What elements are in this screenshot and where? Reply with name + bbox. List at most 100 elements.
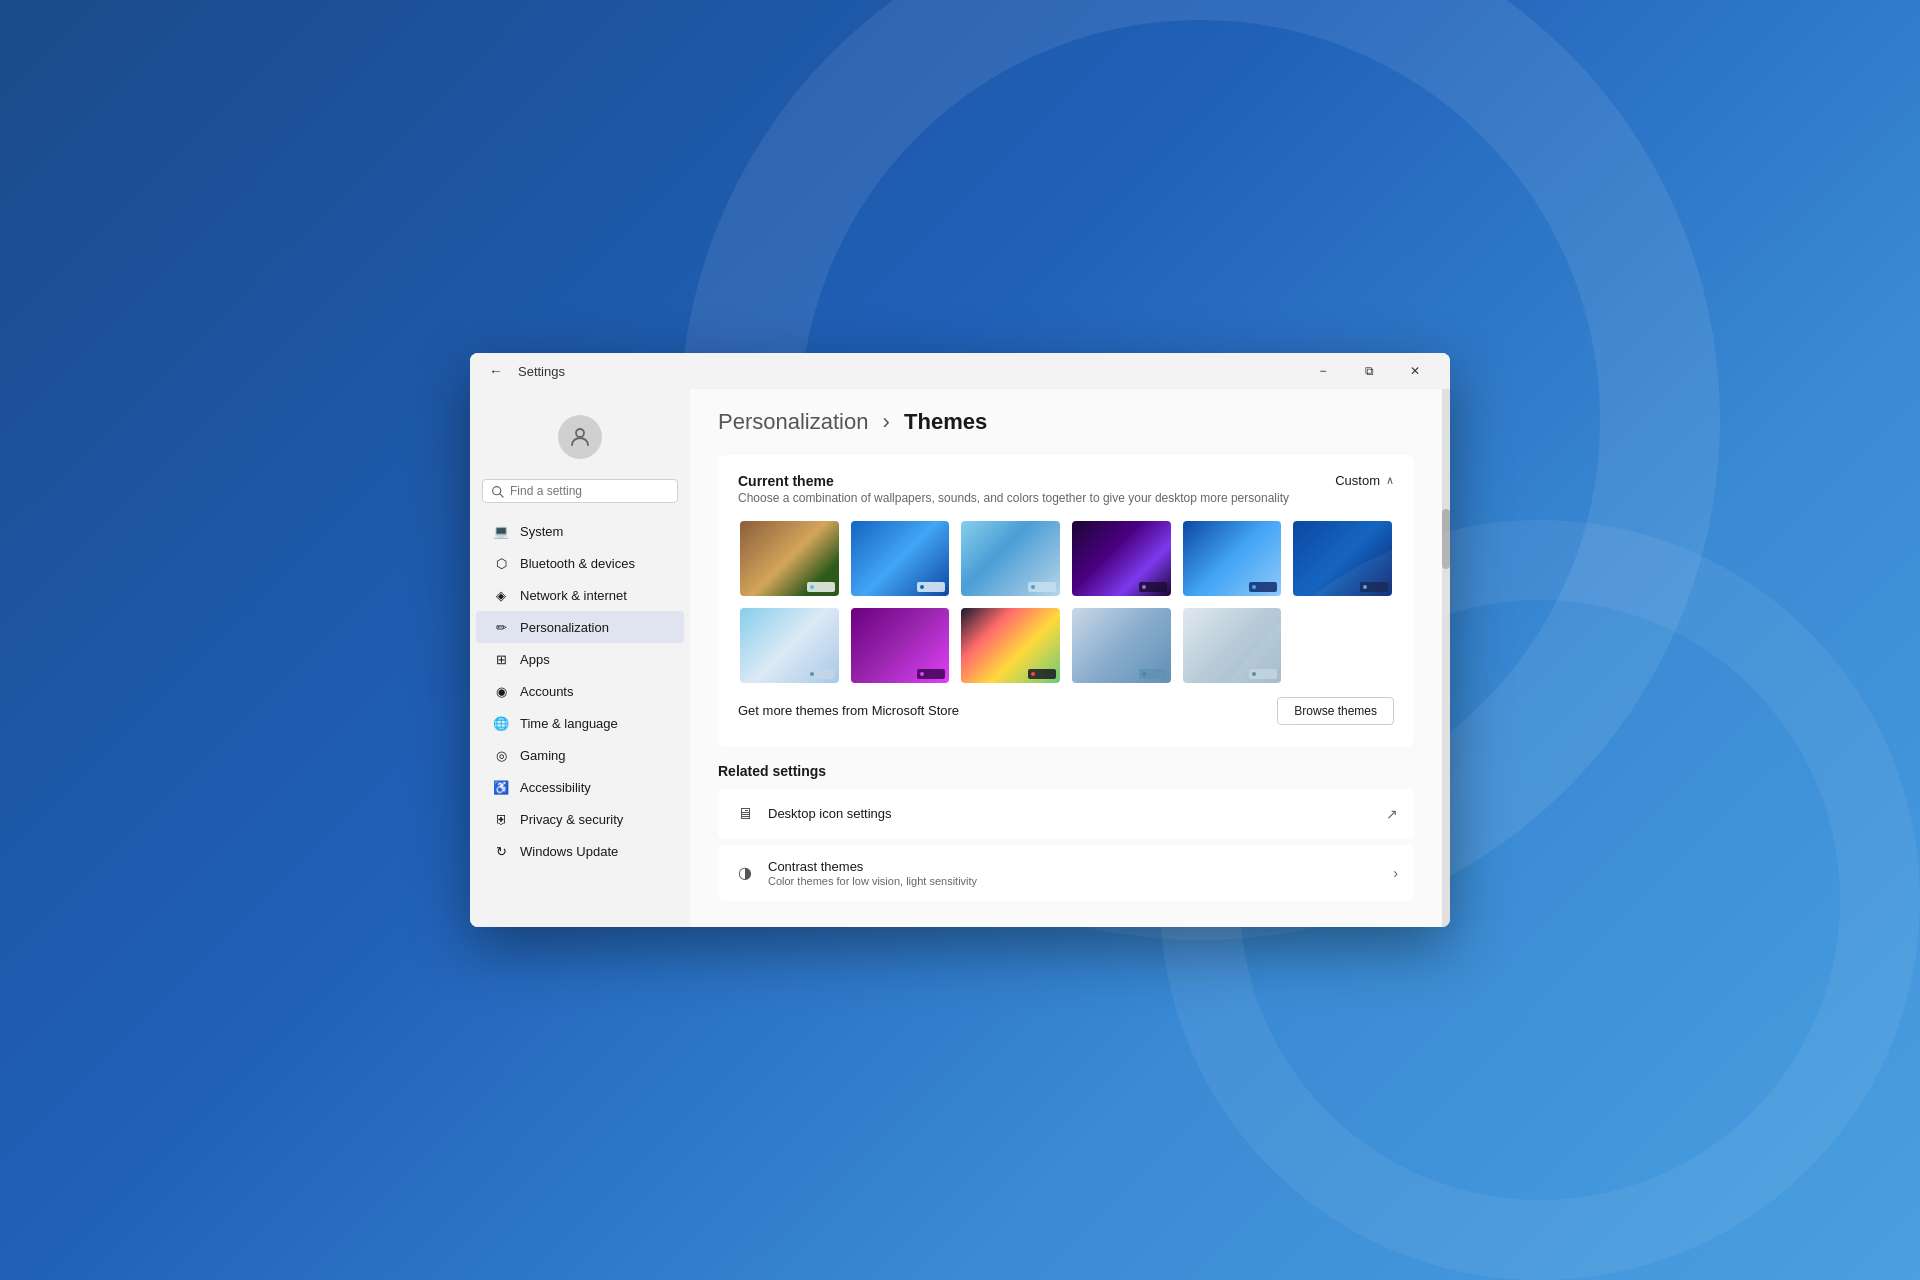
theme-taskbar-11 xyxy=(1249,669,1277,679)
theme-taskbar-2 xyxy=(917,582,945,592)
sidebar-item-update[interactable]: ↻ Windows Update xyxy=(476,835,684,867)
close-button[interactable]: ✕ xyxy=(1392,353,1438,389)
related-settings-section: Related settings 🖥Desktop icon settings↗… xyxy=(718,763,1414,901)
sidebar: 💻 System ⬡ Bluetooth & devices ◈Network & in… xyxy=(470,389,690,927)
theme-thumbnail-1[interactable] xyxy=(738,519,841,598)
store-row: Get more themes from Microsoft Store Bro… xyxy=(738,689,1394,729)
card-description: Choose a combination of wallpapers, soun… xyxy=(738,491,1289,505)
search-input[interactable] xyxy=(510,484,669,498)
theme-thumbnail-5[interactable] xyxy=(1181,519,1284,598)
browse-themes-button[interactable]: Browse themes xyxy=(1277,697,1394,725)
nav-list: 💻 System ⬡ Bluetooth & devices ◈Network & in… xyxy=(470,515,690,867)
nav-label-network: Network & internet xyxy=(520,588,627,603)
theme-thumbnail-3[interactable] xyxy=(959,519,1062,598)
card-title: Current theme xyxy=(738,473,1289,489)
update-icon: ↻ xyxy=(492,842,510,860)
theme-taskbar-4 xyxy=(1139,582,1167,592)
sidebar-item-gaming[interactable]: ◎Gaming xyxy=(476,739,684,771)
theme-taskbar-1 xyxy=(807,582,835,592)
sidebar-item-privacy[interactable]: ⛨ Privacy & security xyxy=(476,803,684,835)
nav-label-apps: Apps xyxy=(520,652,550,667)
restore-button[interactable]: ⧉ xyxy=(1346,353,1392,389)
theme-thumbnail-10[interactable] xyxy=(1070,606,1173,685)
search-icon xyxy=(491,485,504,498)
nav-label-system: System xyxy=(520,524,563,539)
contrast-themes-description: Color themes for low vision, light sensi… xyxy=(768,875,1381,887)
accounts-icon: ◉ xyxy=(492,682,510,700)
window-controls: − ⧉ ✕ xyxy=(1300,353,1438,389)
related-settings-list: 🖥 Desktop icon settings ↗ ◑ Contrast themesC… xyxy=(718,789,1414,901)
theme-taskbar-8 xyxy=(917,669,945,679)
theme-bg-3 xyxy=(961,521,1060,596)
store-text: Get more themes from Microsoft Store xyxy=(738,703,959,718)
svg-line-2 xyxy=(500,493,503,496)
user-icon xyxy=(568,425,592,449)
theme-bg-1 xyxy=(740,521,839,596)
sidebar-item-system[interactable]: 💻 System xyxy=(476,515,684,547)
theme-bg-6 xyxy=(1293,521,1392,596)
scrollbar-track[interactable] xyxy=(1442,389,1450,927)
theme-thumbnail-8[interactable] xyxy=(849,606,952,685)
related-item-contrast-themes[interactable]: ◑ Contrast themesColor themes for low vis… xyxy=(718,845,1414,901)
themes-grid xyxy=(738,519,1394,685)
theme-taskbar-10 xyxy=(1139,669,1167,679)
contrast-themes-arrow-icon: › xyxy=(1393,865,1398,881)
accessibility-icon: ♿ xyxy=(492,778,510,796)
system-icon: 💻 xyxy=(492,522,510,540)
theme-bg-4 xyxy=(1072,521,1171,596)
contrast-themes-text: Contrast themesColor themes for low visi… xyxy=(768,859,1381,887)
minimize-button[interactable]: − xyxy=(1300,353,1346,389)
breadcrumb-separator: › xyxy=(883,409,890,434)
nav-label-bluetooth: Bluetooth & devices xyxy=(520,556,635,571)
theme-thumbnail-6[interactable] xyxy=(1291,519,1394,598)
card-title-area: Current theme Choose a combination of wa… xyxy=(738,473,1289,505)
sidebar-item-time[interactable]: 🌐Time & language xyxy=(476,707,684,739)
nav-label-time: Time & language xyxy=(520,716,618,731)
theme-taskbar-9 xyxy=(1028,669,1056,679)
theme-value-selector[interactable]: Custom ∧ xyxy=(1335,473,1394,488)
bluetooth-icon: ⬡ xyxy=(492,554,510,572)
sidebar-item-accounts[interactable]: ◉ Accounts xyxy=(476,675,684,707)
sidebar-item-bluetooth[interactable]: ⬡ Bluetooth & devices xyxy=(476,547,684,579)
theme-thumbnail-7[interactable] xyxy=(738,606,841,685)
nav-label-privacy: Privacy & security xyxy=(520,812,623,827)
nav-label-accessibility: Accessibility xyxy=(520,780,591,795)
theme-bg-8 xyxy=(851,608,950,683)
theme-thumbnail-2[interactable] xyxy=(849,519,952,598)
breadcrumb-parent[interactable]: Personalization xyxy=(718,409,868,434)
theme-bg-11 xyxy=(1183,608,1282,683)
desktop-icons-text: Desktop icon settings xyxy=(768,806,1374,821)
card-header: Current theme Choose a combination of wa… xyxy=(738,473,1394,505)
theme-thumbnail-4[interactable] xyxy=(1070,519,1173,598)
breadcrumb: Personalization › Themes xyxy=(718,409,1414,435)
avatar[interactable] xyxy=(558,415,602,459)
nav-label-gaming: Gaming xyxy=(520,748,566,763)
related-item-desktop-icons[interactable]: 🖥 Desktop icon settings ↗ xyxy=(718,789,1414,839)
theme-value-label: Custom xyxy=(1335,473,1380,488)
contrast-themes-icon: ◑ xyxy=(734,862,756,884)
search-box[interactable] xyxy=(482,479,678,503)
sidebar-item-personalization[interactable]: ✏Personalization xyxy=(476,611,684,643)
apps-icon: ⊞ xyxy=(492,650,510,668)
avatar-section xyxy=(470,399,690,479)
theme-taskbar-7 xyxy=(807,669,835,679)
theme-thumbnail-11[interactable] xyxy=(1181,606,1284,685)
nav-label-personalization: Personalization xyxy=(520,620,609,635)
back-button[interactable]: ← xyxy=(482,357,510,385)
privacy-icon: ⛨ xyxy=(492,810,510,828)
sidebar-item-apps[interactable]: ⊞ Apps xyxy=(476,643,684,675)
desktop-icons-arrow-icon: ↗ xyxy=(1386,806,1398,822)
sidebar-item-accessibility[interactable]: ♿ Accessibility xyxy=(476,771,684,803)
settings-window: ← Settings − ⧉ ✕ xyxy=(470,353,1450,927)
chevron-up-icon: ∧ xyxy=(1386,474,1394,487)
sidebar-item-network[interactable]: ◈Network & internet xyxy=(476,579,684,611)
nav-label-update: Windows Update xyxy=(520,844,618,859)
theme-taskbar-6 xyxy=(1360,582,1388,592)
theme-bg-2 xyxy=(851,521,950,596)
nav-label-accounts: Accounts xyxy=(520,684,573,699)
desktop-icons-icon: 🖥 xyxy=(734,803,756,825)
content-area: Personalization › Themes Current theme C… xyxy=(690,389,1442,927)
scrollbar-thumb[interactable] xyxy=(1442,509,1450,569)
theme-thumbnail-9[interactable] xyxy=(959,606,1062,685)
svg-point-0 xyxy=(576,429,584,437)
